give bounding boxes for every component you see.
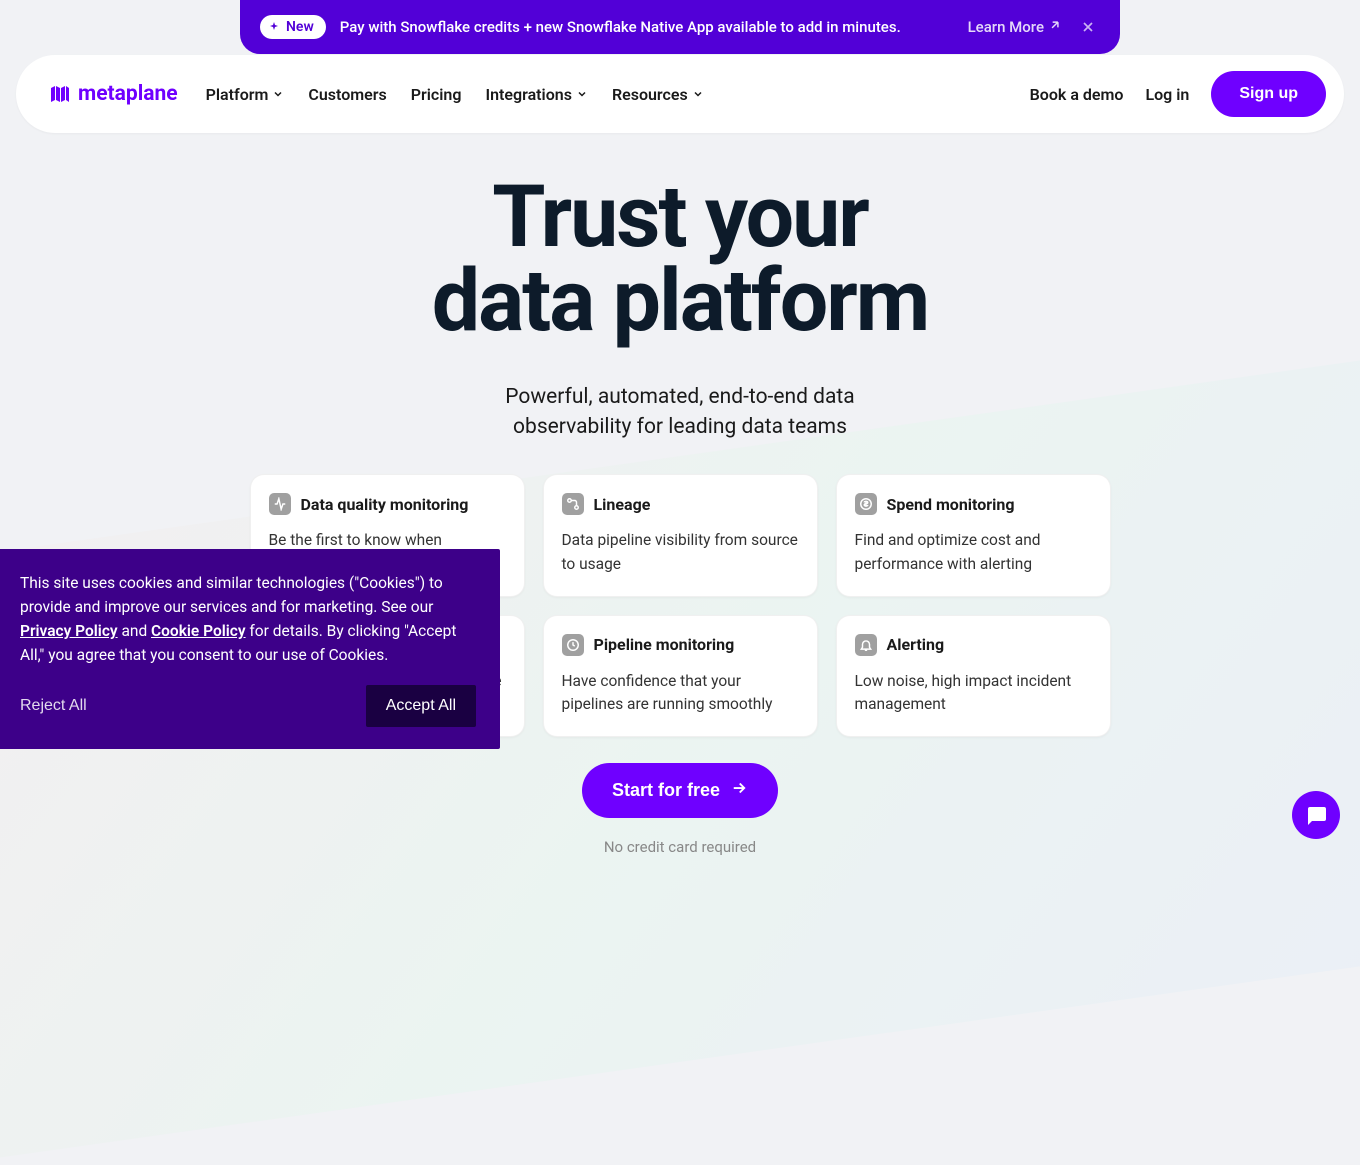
- arrow-right-icon: [730, 779, 748, 802]
- cookie-text-part1: This site uses cookies and similar techn…: [20, 574, 443, 616]
- nav-resources[interactable]: Resources: [612, 85, 704, 104]
- privacy-policy-link[interactable]: Privacy Policy: [20, 622, 118, 640]
- activity-icon: [269, 493, 291, 515]
- nav-pricing-label: Pricing: [411, 85, 462, 104]
- new-badge-label: New: [286, 19, 314, 35]
- chevron-down-icon: [272, 88, 284, 100]
- learn-more-label: Learn More: [968, 18, 1044, 36]
- announcement-message: Pay with Snowflake credits + new Snowfla…: [340, 18, 954, 36]
- primary-nav: Platform Customers Pricing Integrations …: [206, 85, 704, 104]
- nav-integrations[interactable]: Integrations: [485, 85, 587, 104]
- logo-icon: [48, 82, 72, 106]
- clock-icon: [562, 634, 584, 656]
- signup-button[interactable]: Sign up: [1211, 71, 1326, 117]
- login-link[interactable]: Log in: [1145, 85, 1189, 104]
- start-label: Start for free: [612, 780, 720, 801]
- close-icon: [1080, 19, 1096, 35]
- bell-icon: [855, 634, 877, 656]
- book-demo-label: Book a demo: [1030, 85, 1124, 104]
- logo-text: metaplane: [78, 82, 178, 106]
- nav-resources-label: Resources: [612, 85, 688, 104]
- announcement-bar: New Pay with Snowflake credits + new Sno…: [240, 0, 1120, 54]
- book-demo-link[interactable]: Book a demo: [1030, 85, 1124, 104]
- card-title: Lineage: [594, 495, 651, 514]
- card-desc: Have confidence that your pipelines are …: [562, 670, 799, 717]
- card-pipeline-monitoring[interactable]: Pipeline monitoring Have confidence that…: [543, 615, 818, 738]
- card-lineage[interactable]: Lineage Data pipeline visibility from so…: [543, 474, 818, 597]
- arrow-up-right-icon: [1048, 18, 1062, 36]
- accept-all-button[interactable]: Accept All: [366, 685, 476, 727]
- sparkle-icon: [268, 21, 280, 33]
- chevron-down-icon: [576, 88, 588, 100]
- reject-all-button[interactable]: Reject All: [20, 697, 87, 715]
- cookie-text: This site uses cookies and similar techn…: [20, 571, 476, 667]
- new-badge: New: [260, 15, 326, 39]
- nav-platform[interactable]: Platform: [206, 85, 285, 104]
- chevron-down-icon: [692, 88, 704, 100]
- no-credit-card-text: No credit card required: [0, 838, 1360, 856]
- card-desc: Find and optimize cost and performance w…: [855, 529, 1092, 576]
- learn-more-link[interactable]: Learn More: [968, 18, 1062, 36]
- card-desc: Low noise, high impact incident manageme…: [855, 670, 1092, 717]
- hero-title: Trust your data platform: [0, 175, 1360, 344]
- card-title: Spend monitoring: [887, 495, 1015, 514]
- nav-integrations-label: Integrations: [485, 85, 571, 104]
- cookie-and: and: [118, 622, 151, 640]
- card-title: Pipeline monitoring: [594, 635, 735, 654]
- announcement-close-button[interactable]: [1076, 15, 1100, 39]
- lineage-icon: [562, 493, 584, 515]
- cta-section: Start for free No credit card required: [0, 763, 1360, 856]
- card-title: Alerting: [887, 635, 945, 654]
- cookie-policy-link[interactable]: Cookie Policy: [151, 622, 246, 640]
- logo[interactable]: metaplane: [48, 82, 178, 106]
- card-title: Data quality monitoring: [301, 495, 469, 514]
- dollar-icon: [855, 493, 877, 515]
- cookie-banner: This site uses cookies and similar techn…: [0, 549, 500, 749]
- nav-customers[interactable]: Customers: [308, 85, 386, 104]
- login-label: Log in: [1145, 85, 1189, 104]
- hero-section: Trust your data platform Powerful, autom…: [0, 175, 1360, 442]
- nav-customers-label: Customers: [308, 85, 386, 104]
- chat-icon: [1304, 803, 1328, 827]
- main-header: metaplane Platform Customers Pricing Int…: [16, 55, 1344, 133]
- nav-right: Book a demo Log in Sign up: [1030, 71, 1326, 117]
- nav-platform-label: Platform: [206, 85, 269, 104]
- nav-pricing[interactable]: Pricing: [411, 85, 462, 104]
- hero-subtitle-line2: observability for leading data teams: [513, 415, 847, 439]
- hero-title-line2: data platform: [432, 250, 929, 351]
- hero-subtitle-line1: Powerful, automated, end-to-end data: [505, 385, 854, 409]
- hero-subtitle: Powerful, automated, end-to-end data obs…: [0, 382, 1360, 443]
- card-desc: Data pipeline visibility from source to …: [562, 529, 799, 576]
- card-alerting[interactable]: Alerting Low noise, high impact incident…: [836, 615, 1111, 738]
- start-for-free-button[interactable]: Start for free: [582, 763, 778, 818]
- chat-widget-button[interactable]: [1292, 791, 1340, 839]
- card-spend-monitoring[interactable]: Spend monitoring Find and optimize cost …: [836, 474, 1111, 597]
